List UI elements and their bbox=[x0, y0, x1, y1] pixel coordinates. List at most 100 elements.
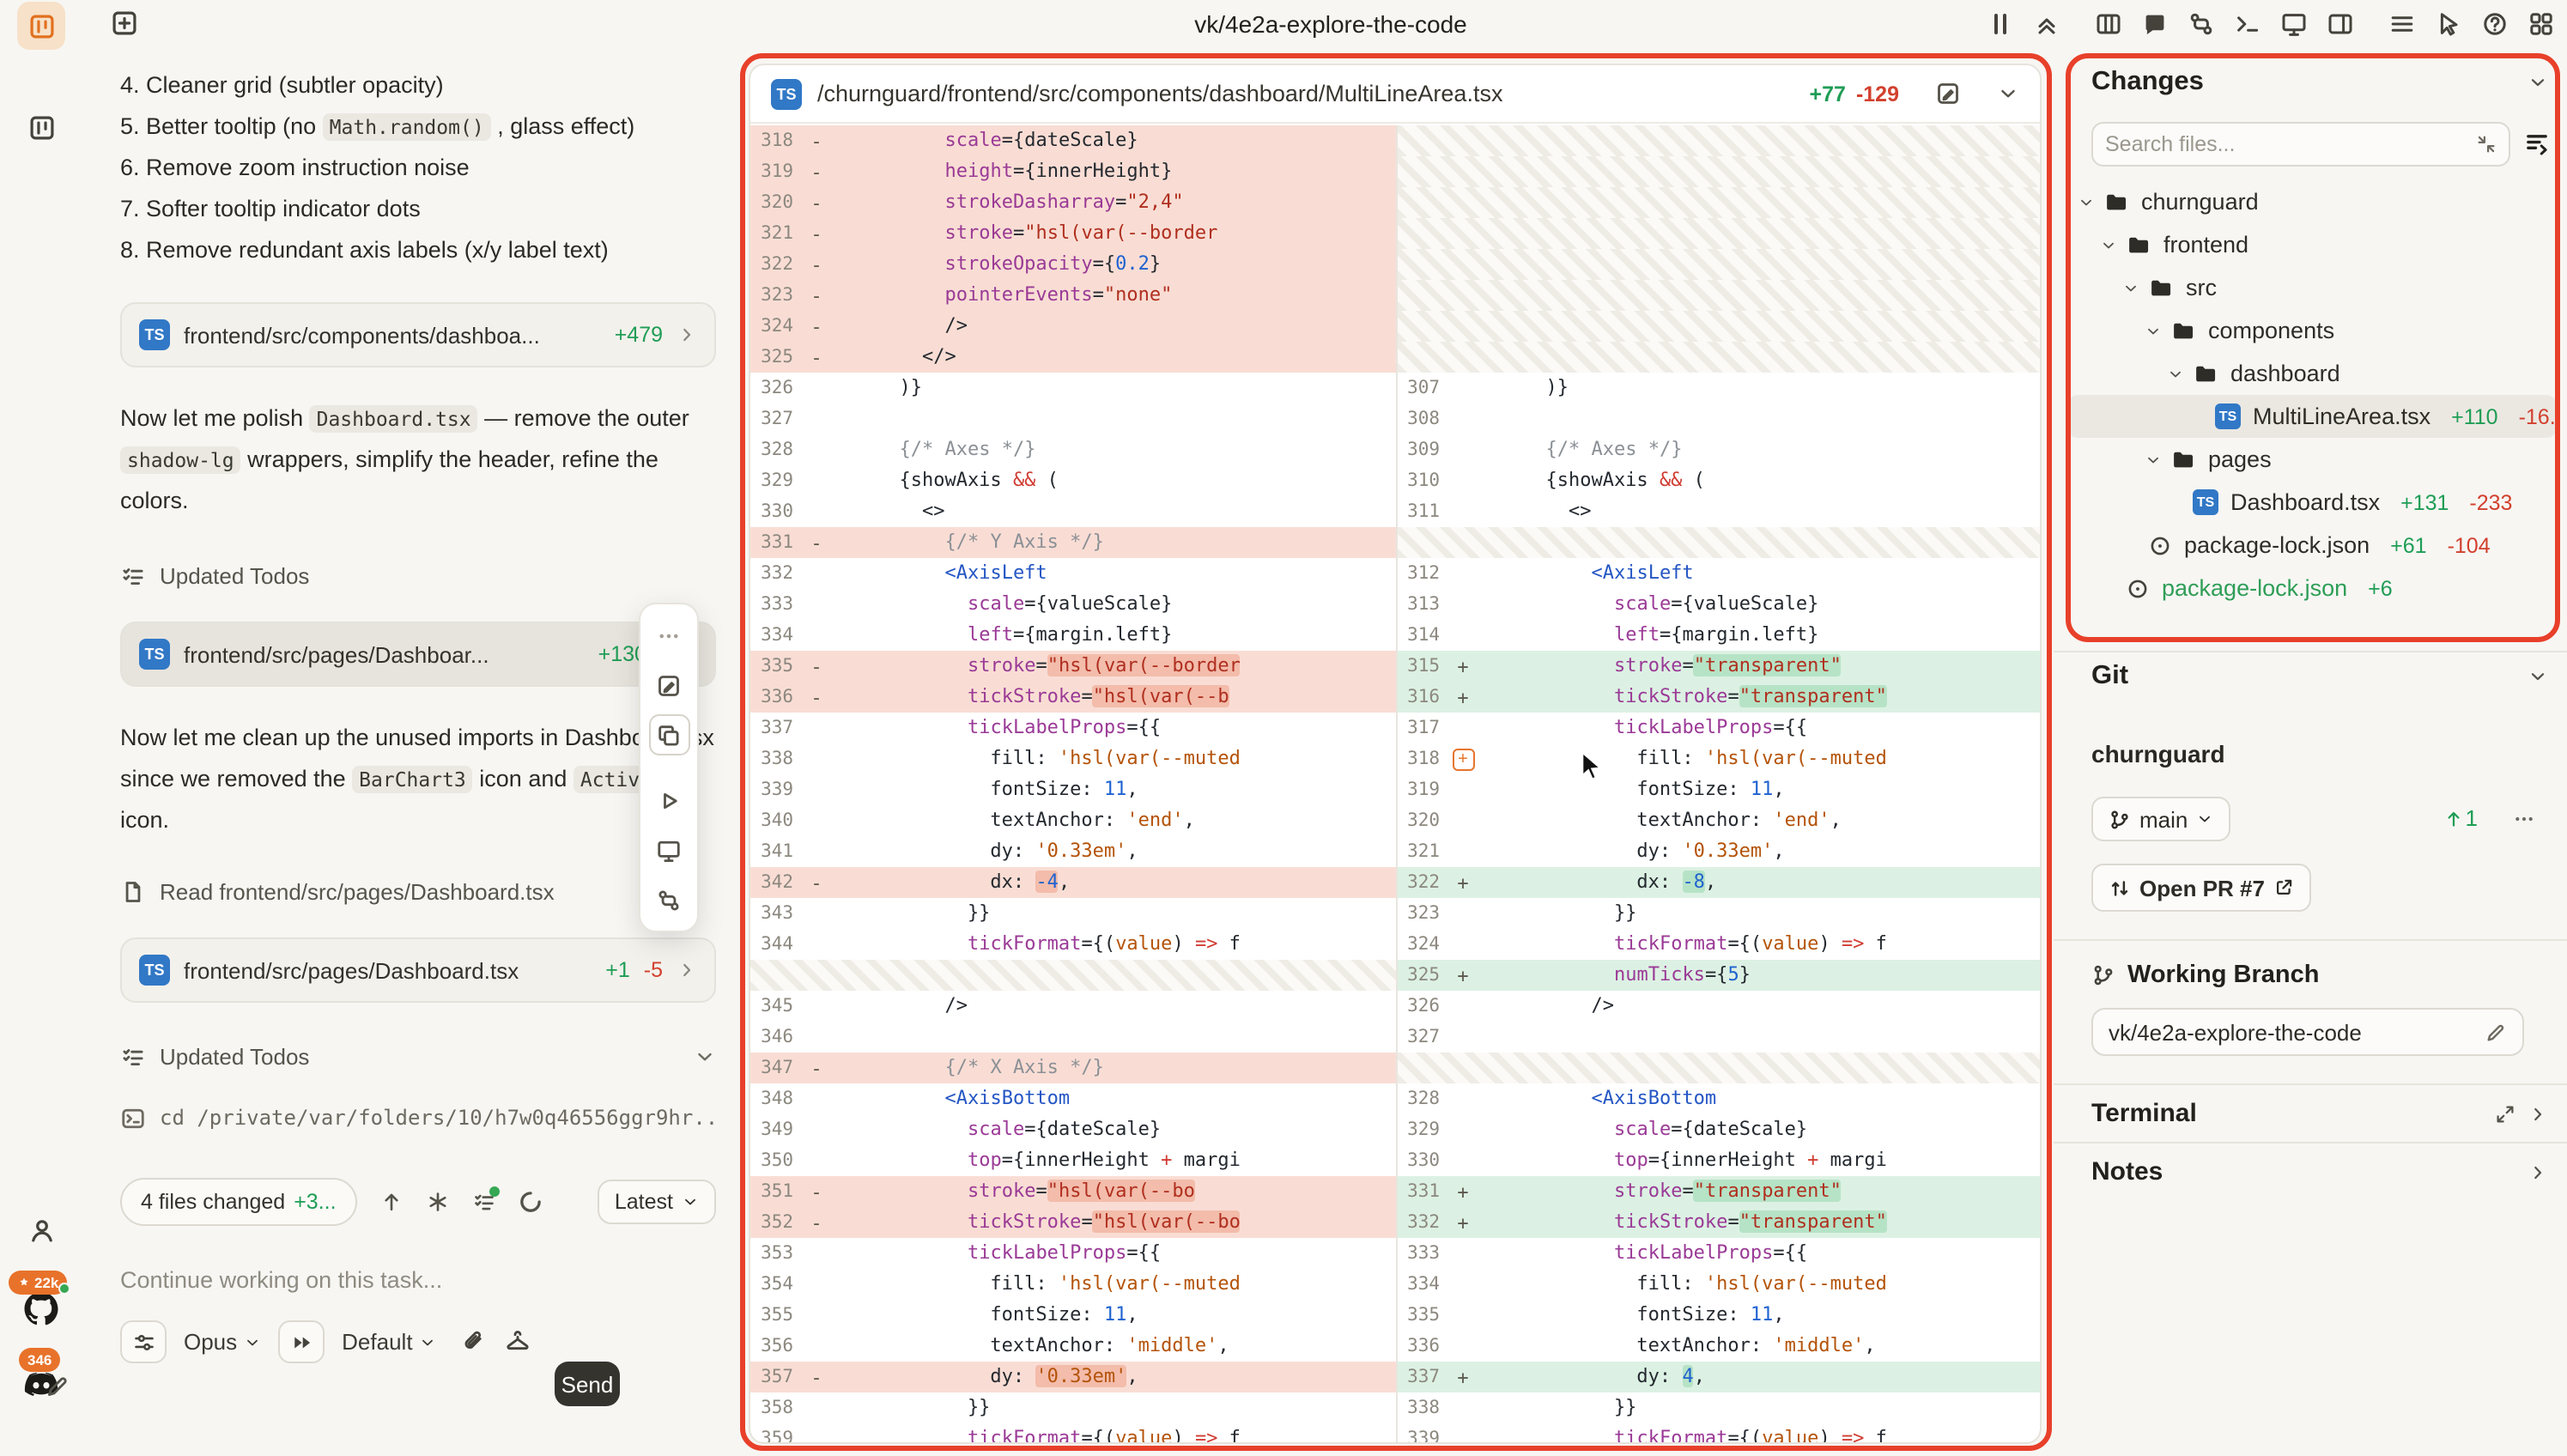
chat-input[interactable]: Continue working on this task... bbox=[120, 1267, 716, 1293]
branch-dropdown[interactable]: main bbox=[2091, 797, 2230, 841]
tool-call-row[interactable]: Read frontend/src/pages/Dashboard.tsx bbox=[120, 876, 716, 907]
tree-folder-pages[interactable]: pages bbox=[2067, 438, 2557, 481]
monitor-icon[interactable] bbox=[648, 829, 689, 871]
new-thread-icon[interactable] bbox=[110, 9, 139, 38]
sidebar-right-icon[interactable] bbox=[2327, 9, 2354, 37]
chevron-right-icon[interactable] bbox=[2528, 1162, 2548, 1183]
code-text: fill: 'hsl(var(--muted bbox=[1478, 1269, 2040, 1300]
open-in-editor-icon[interactable] bbox=[1935, 81, 1961, 106]
pause-icon[interactable] bbox=[1987, 9, 2014, 37]
person-icon bbox=[27, 1215, 56, 1244]
more-options-icon[interactable] bbox=[648, 615, 689, 656]
grid-icon[interactable] bbox=[2528, 9, 2555, 37]
file-change-chip[interactable]: TSfrontend/src/components/dashboa...+479 bbox=[120, 302, 716, 367]
tree-folder-churnguard[interactable]: churnguard bbox=[2067, 180, 2557, 223]
model-dropdown[interactable]: Opus bbox=[179, 1329, 266, 1355]
latest-dropdown[interactable]: Latest bbox=[598, 1180, 716, 1224]
git-compare-icon[interactable] bbox=[2188, 9, 2215, 37]
tree-folder-frontend[interactable]: frontend bbox=[2067, 223, 2557, 266]
chevron-down-icon bbox=[2122, 279, 2139, 296]
send-button[interactable]: Send bbox=[555, 1362, 620, 1406]
collapse-diff-icon[interactable] bbox=[1997, 82, 2019, 105]
add-comment-marker[interactable]: + bbox=[1452, 748, 1474, 770]
tree-file-package-lock.json[interactable]: package-lock.json+6 bbox=[2067, 567, 2557, 610]
diff-new-line bbox=[1395, 342, 2040, 373]
monitor-icon[interactable] bbox=[2280, 9, 2308, 37]
collapse-chevrons-icon[interactable] bbox=[2033, 9, 2060, 37]
diff-marker: + bbox=[1448, 871, 1478, 894]
diff-row: 321- stroke="hsl(var(--border bbox=[750, 218, 2040, 249]
diff-row: 337 tickLabelProps={{317 tickLabelProps=… bbox=[750, 713, 2040, 743]
attach-icon[interactable] bbox=[461, 1329, 487, 1355]
diff-row: 353 tickLabelProps={{333 tickLabelProps=… bbox=[750, 1238, 2040, 1269]
git-collapse-icon[interactable] bbox=[2528, 666, 2548, 687]
updated-todos-row[interactable]: Updated Todos bbox=[120, 560, 716, 591]
tree-folder-components[interactable]: components bbox=[2067, 309, 2557, 352]
chevron-right-icon[interactable] bbox=[2528, 1104, 2548, 1125]
tree-folder-src[interactable]: src bbox=[2067, 266, 2557, 309]
help-icon[interactable] bbox=[2481, 9, 2509, 37]
code-text: dx: -8, bbox=[1478, 867, 2040, 898]
mode-dropdown[interactable]: Default bbox=[337, 1329, 441, 1355]
spark-icon[interactable] bbox=[426, 1190, 450, 1214]
commits-ahead[interactable]: 1 bbox=[2443, 805, 2478, 831]
git-more-icon[interactable] bbox=[2512, 807, 2536, 831]
cursor-mode-icon[interactable] bbox=[2435, 9, 2462, 37]
columns-layout-icon[interactable] bbox=[2095, 9, 2122, 37]
account-icon[interactable] bbox=[17, 1205, 65, 1253]
tree-file-MultiLineArea.tsx[interactable]: TSMultiLineArea.tsx+110-16... bbox=[2067, 395, 2557, 438]
fast-forward-icon[interactable] bbox=[278, 1320, 325, 1363]
draw-edit-icon[interactable] bbox=[45, 1374, 70, 1399]
chat-settings-icon[interactable] bbox=[120, 1320, 167, 1363]
updated-todos-row[interactable]: Updated Todos bbox=[120, 1040, 716, 1071]
diff-row: 359 tickFormat={(value) => f339 tickForm… bbox=[750, 1423, 2040, 1442]
kanban-board-icon[interactable] bbox=[17, 103, 65, 151]
chat-bubble-icon[interactable] bbox=[2141, 9, 2169, 37]
edit-icon[interactable] bbox=[648, 664, 689, 706]
diff-new-line bbox=[1395, 280, 2040, 311]
collapse-tree-icon[interactable] bbox=[2476, 134, 2497, 155]
code-text: }} bbox=[1478, 898, 2040, 929]
expand-terminal-icon[interactable] bbox=[2495, 1104, 2515, 1125]
scroll-up-icon[interactable] bbox=[379, 1190, 404, 1214]
diff-row: 344 tickFormat={(value) => f324 tickForm… bbox=[750, 929, 2040, 960]
code-text: /> bbox=[831, 991, 1395, 1022]
terminal-command-row[interactable]: cd /private/var/folders/10/h7w0q46556ggr… bbox=[120, 1102, 716, 1133]
tree-file-Dashboard.tsx[interactable]: TSDashboard.tsx+131-233 bbox=[2067, 481, 2557, 524]
copy-icon[interactable] bbox=[648, 714, 689, 755]
line-number: 354 bbox=[750, 1274, 802, 1295]
diff-old-line: 339 fontSize: 11, bbox=[750, 774, 1395, 805]
files-changed-pill[interactable]: 4 files changed +3... bbox=[120, 1178, 357, 1226]
file-change-chip[interactable]: TSfrontend/src/pages/Dashboar...+130-2..… bbox=[120, 622, 716, 687]
diff-row: 338 fill: 'hsl(var(--muted318+ fill: 'hs… bbox=[750, 743, 2040, 774]
search-files-input[interactable] bbox=[2091, 122, 2510, 167]
play-icon[interactable] bbox=[648, 780, 689, 821]
diff-rows[interactable]: 318- scale={dateScale}319- height={inner… bbox=[750, 125, 2040, 1442]
todos-status-icon[interactable] bbox=[472, 1190, 496, 1214]
added-count: +6 bbox=[2368, 576, 2393, 600]
open-pr-button[interactable]: Open PR #7 bbox=[2091, 864, 2311, 912]
diff-row: 330 <>311 <> bbox=[750, 496, 2040, 527]
file-change-chip[interactable]: TSfrontend/src/pages/Dashboard.tsx+1-5 bbox=[120, 937, 716, 1003]
hanger-icon[interactable] bbox=[506, 1329, 531, 1355]
tree-folder-dashboard[interactable]: dashboard bbox=[2067, 352, 2557, 395]
view-toggle-icon[interactable] bbox=[2524, 130, 2550, 156]
terminal-icon[interactable] bbox=[2234, 9, 2261, 37]
search-input[interactable] bbox=[2105, 132, 2466, 156]
play-icon bbox=[656, 787, 682, 813]
tree-file-package-lock.json[interactable]: package-lock.json+61-104 bbox=[2067, 524, 2557, 567]
code-text: <AxisLeft bbox=[831, 558, 1395, 589]
chevron-down-icon bbox=[2167, 365, 2184, 382]
code-text: fontSize: 11, bbox=[831, 774, 1395, 805]
list-item: 7. Softer tooltip indicator dots bbox=[120, 189, 716, 230]
changes-collapse-icon[interactable] bbox=[2528, 72, 2548, 93]
working-branch-input[interactable]: vk/4e2a-explore-the-code bbox=[2091, 1008, 2524, 1056]
menu-icon[interactable] bbox=[2388, 9, 2416, 37]
edit-branch-icon[interactable] bbox=[2485, 1021, 2507, 1043]
line-number: 323 bbox=[750, 285, 802, 306]
workspace-toggle-icon[interactable] bbox=[17, 2, 65, 50]
diff-row: 346327 bbox=[750, 1022, 2040, 1053]
diff-old-line: 321- stroke="hsl(var(--border bbox=[750, 218, 1395, 249]
divider bbox=[2054, 939, 2567, 941]
git-compare-icon[interactable] bbox=[648, 879, 689, 920]
